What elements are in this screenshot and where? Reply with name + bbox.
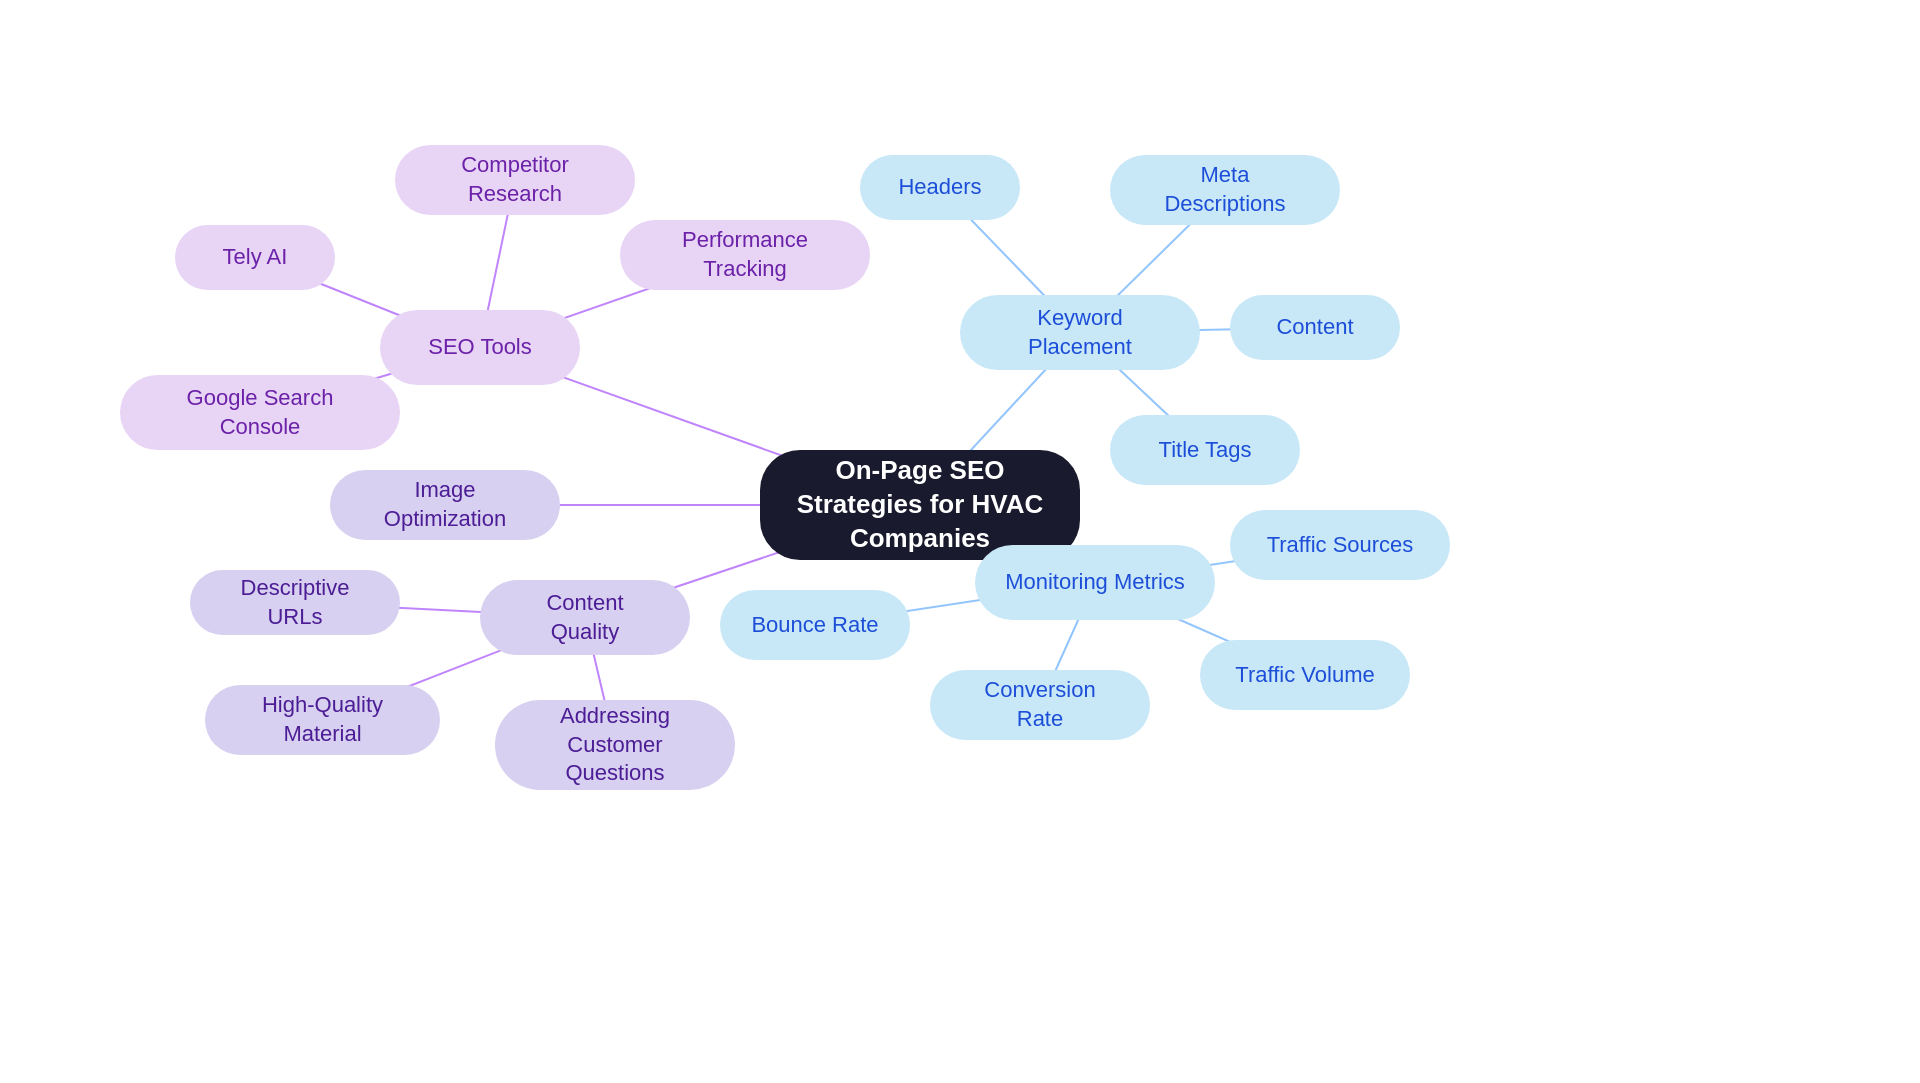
meta-descriptions-node: Meta Descriptions bbox=[1110, 155, 1340, 225]
keyword-placement-node: Keyword Placement bbox=[960, 295, 1200, 370]
bounce-rate-node: Bounce Rate bbox=[720, 590, 910, 660]
conversion-rate-node: Conversion Rate bbox=[930, 670, 1150, 740]
competitor-research-node: Competitor Research bbox=[395, 145, 635, 215]
content-node: Content bbox=[1230, 295, 1400, 360]
monitoring-metrics-node: Monitoring Metrics bbox=[975, 545, 1215, 620]
center-node: On-Page SEO Strategies for HVAC Companie… bbox=[760, 450, 1080, 560]
title-tags-node: Title Tags bbox=[1110, 415, 1300, 485]
performance-tracking-node: Performance Tracking bbox=[620, 220, 870, 290]
addressing-customer-questions-node: Addressing CustomerQuestions bbox=[495, 700, 735, 790]
seo-tools-node: SEO Tools bbox=[380, 310, 580, 385]
content-quality-node: Content Quality bbox=[480, 580, 690, 655]
google-search-console-node: Google Search Console bbox=[120, 375, 400, 450]
headers-node: Headers bbox=[860, 155, 1020, 220]
tely-ai-node: Tely AI bbox=[175, 225, 335, 290]
image-optimization-node: Image Optimization bbox=[330, 470, 560, 540]
mind-map-container: On-Page SEO Strategies for HVAC Companie… bbox=[0, 0, 1920, 1083]
traffic-sources-node: Traffic Sources bbox=[1230, 510, 1450, 580]
high-quality-material-node: High-Quality Material bbox=[205, 685, 440, 755]
descriptive-urls-node: Descriptive URLs bbox=[190, 570, 400, 635]
traffic-volume-node: Traffic Volume bbox=[1200, 640, 1410, 710]
